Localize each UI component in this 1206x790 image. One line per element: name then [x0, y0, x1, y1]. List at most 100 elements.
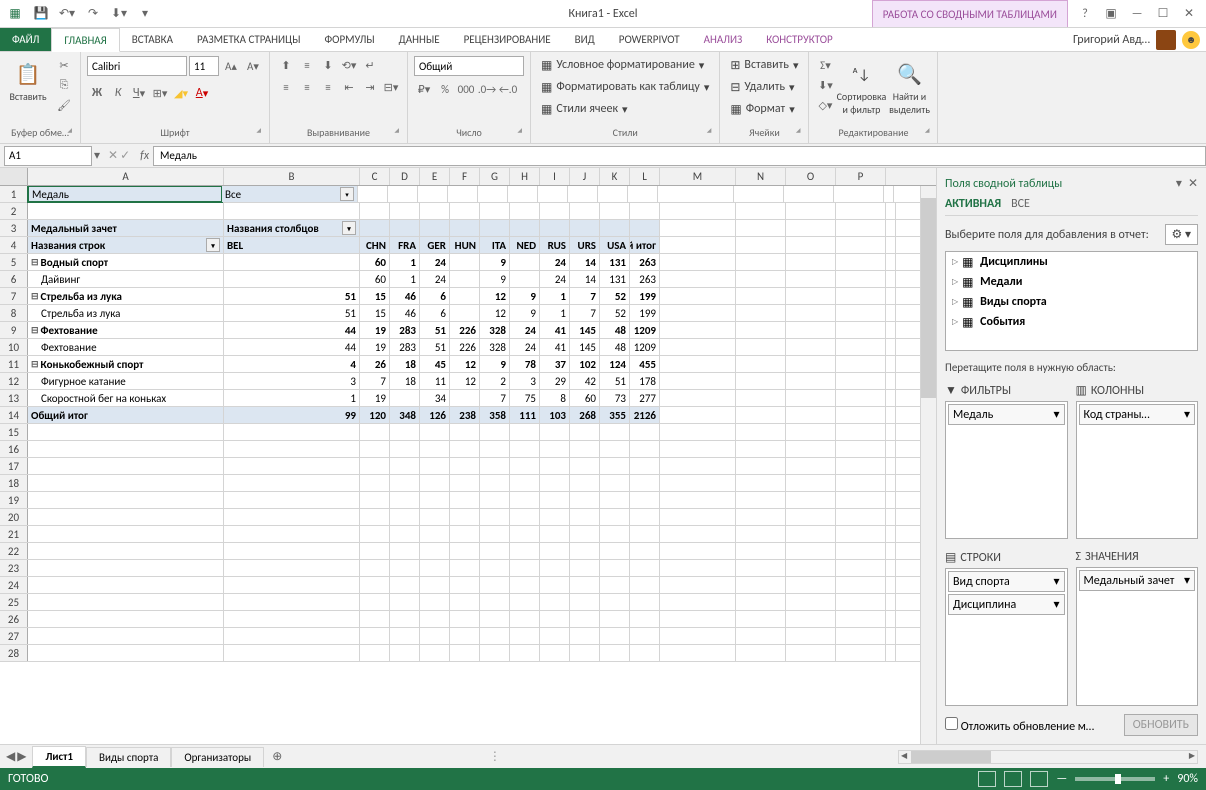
- column-header[interactable]: H: [510, 168, 540, 185]
- cell[interactable]: [736, 407, 786, 423]
- cell[interactable]: Общий итог: [630, 237, 660, 253]
- pane-tab-all[interactable]: ВСЕ: [1011, 197, 1030, 211]
- cell[interactable]: 41: [540, 322, 570, 338]
- cell[interactable]: [480, 611, 510, 627]
- column-header[interactable]: N: [736, 168, 786, 185]
- cell[interactable]: [480, 560, 510, 576]
- cell[interactable]: 48: [600, 322, 630, 338]
- cell[interactable]: [886, 458, 896, 474]
- cell[interactable]: [600, 611, 630, 627]
- tab-design[interactable]: КОНСТРУКТОР: [754, 28, 844, 51]
- cell[interactable]: [736, 203, 786, 219]
- cell[interactable]: 46: [390, 288, 420, 304]
- cell[interactable]: [28, 594, 224, 610]
- cell[interactable]: 131: [600, 271, 630, 287]
- cell[interactable]: 226: [450, 339, 480, 355]
- cell[interactable]: 60: [360, 271, 390, 287]
- cell[interactable]: [660, 390, 736, 406]
- cell[interactable]: [540, 458, 570, 474]
- sort-filter-button[interactable]: ᴬ↓ Сортировка и фильтр: [839, 56, 883, 118]
- cell[interactable]: [390, 560, 420, 576]
- cell[interactable]: [224, 594, 360, 610]
- cell[interactable]: [736, 594, 786, 610]
- cell[interactable]: [570, 441, 600, 457]
- cell[interactable]: [480, 628, 510, 644]
- cell[interactable]: [836, 237, 886, 253]
- cell[interactable]: [540, 492, 570, 508]
- cell[interactable]: [480, 543, 510, 559]
- cell[interactable]: 1: [390, 254, 420, 270]
- row-header[interactable]: 24: [0, 577, 28, 593]
- cell[interactable]: URS: [570, 237, 600, 253]
- cell[interactable]: [390, 458, 420, 474]
- cell[interactable]: [886, 288, 896, 304]
- close-icon[interactable]: ✕: [1180, 5, 1198, 23]
- cell[interactable]: ⊟Конькобежный спорт: [28, 356, 224, 372]
- cell[interactable]: [660, 203, 736, 219]
- cell[interactable]: [360, 441, 390, 457]
- accept-formula-icon[interactable]: ✓: [120, 148, 130, 163]
- cell[interactable]: 199: [630, 305, 660, 321]
- cell[interactable]: [786, 356, 836, 372]
- align-bottom-icon[interactable]: ⬇: [318, 56, 338, 74]
- cell[interactable]: 7: [480, 390, 510, 406]
- cell[interactable]: [786, 254, 836, 270]
- cell[interactable]: Медальный зачет: [28, 220, 224, 236]
- cell[interactable]: [510, 509, 540, 525]
- cell[interactable]: Фехтование: [28, 339, 224, 355]
- cell[interactable]: [224, 254, 360, 270]
- cell[interactable]: [538, 186, 568, 202]
- view-normal-icon[interactable]: [978, 771, 996, 787]
- cell[interactable]: 2: [480, 373, 510, 389]
- cell[interactable]: [360, 543, 390, 559]
- cell[interactable]: [600, 577, 630, 593]
- cell[interactable]: 348: [390, 407, 420, 423]
- cell[interactable]: [836, 254, 886, 270]
- cell[interactable]: [480, 594, 510, 610]
- cell[interactable]: [734, 186, 784, 202]
- cell[interactable]: [836, 288, 886, 304]
- cell[interactable]: [418, 186, 448, 202]
- cell[interactable]: [420, 628, 450, 644]
- cell[interactable]: [836, 373, 886, 389]
- cell[interactable]: [886, 628, 896, 644]
- cell[interactable]: [786, 509, 836, 525]
- cell[interactable]: [660, 611, 736, 627]
- sheet-nav-prev-icon[interactable]: ◀: [6, 749, 15, 764]
- cell[interactable]: [736, 628, 786, 644]
- cell[interactable]: [510, 271, 540, 287]
- cell[interactable]: [886, 611, 896, 627]
- currency-icon[interactable]: ₽▾: [414, 80, 434, 98]
- cell[interactable]: [786, 305, 836, 321]
- align-right-icon[interactable]: ≡: [318, 78, 338, 96]
- cell[interactable]: [630, 492, 660, 508]
- row-header[interactable]: 27: [0, 628, 28, 644]
- cell[interactable]: [390, 441, 420, 457]
- cell[interactable]: 12: [480, 288, 510, 304]
- cell[interactable]: [736, 237, 786, 253]
- cell[interactable]: [736, 441, 786, 457]
- comma-icon[interactable]: 000: [456, 80, 476, 98]
- cell[interactable]: [570, 424, 600, 440]
- fx-icon[interactable]: fx: [136, 149, 153, 163]
- cell[interactable]: [450, 305, 480, 321]
- cell[interactable]: [510, 492, 540, 508]
- cell[interactable]: 99: [224, 407, 360, 423]
- cell[interactable]: [360, 577, 390, 593]
- cell[interactable]: [450, 203, 480, 219]
- cell[interactable]: [600, 560, 630, 576]
- cell[interactable]: 9: [480, 356, 510, 372]
- cell[interactable]: 42: [570, 373, 600, 389]
- cell[interactable]: [570, 577, 600, 593]
- cell[interactable]: [360, 475, 390, 491]
- cell[interactable]: [736, 560, 786, 576]
- cell[interactable]: [836, 526, 886, 542]
- sheet-tab[interactable]: Виды спорта: [86, 747, 171, 767]
- cell[interactable]: Названия строк ▾: [28, 237, 224, 253]
- cell[interactable]: Медаль: [27, 186, 223, 203]
- cell[interactable]: [224, 475, 360, 491]
- cell[interactable]: Скоростной бег на коньках: [28, 390, 224, 406]
- cell[interactable]: [420, 424, 450, 440]
- cell[interactable]: 60: [360, 254, 390, 270]
- cell[interactable]: [360, 203, 390, 219]
